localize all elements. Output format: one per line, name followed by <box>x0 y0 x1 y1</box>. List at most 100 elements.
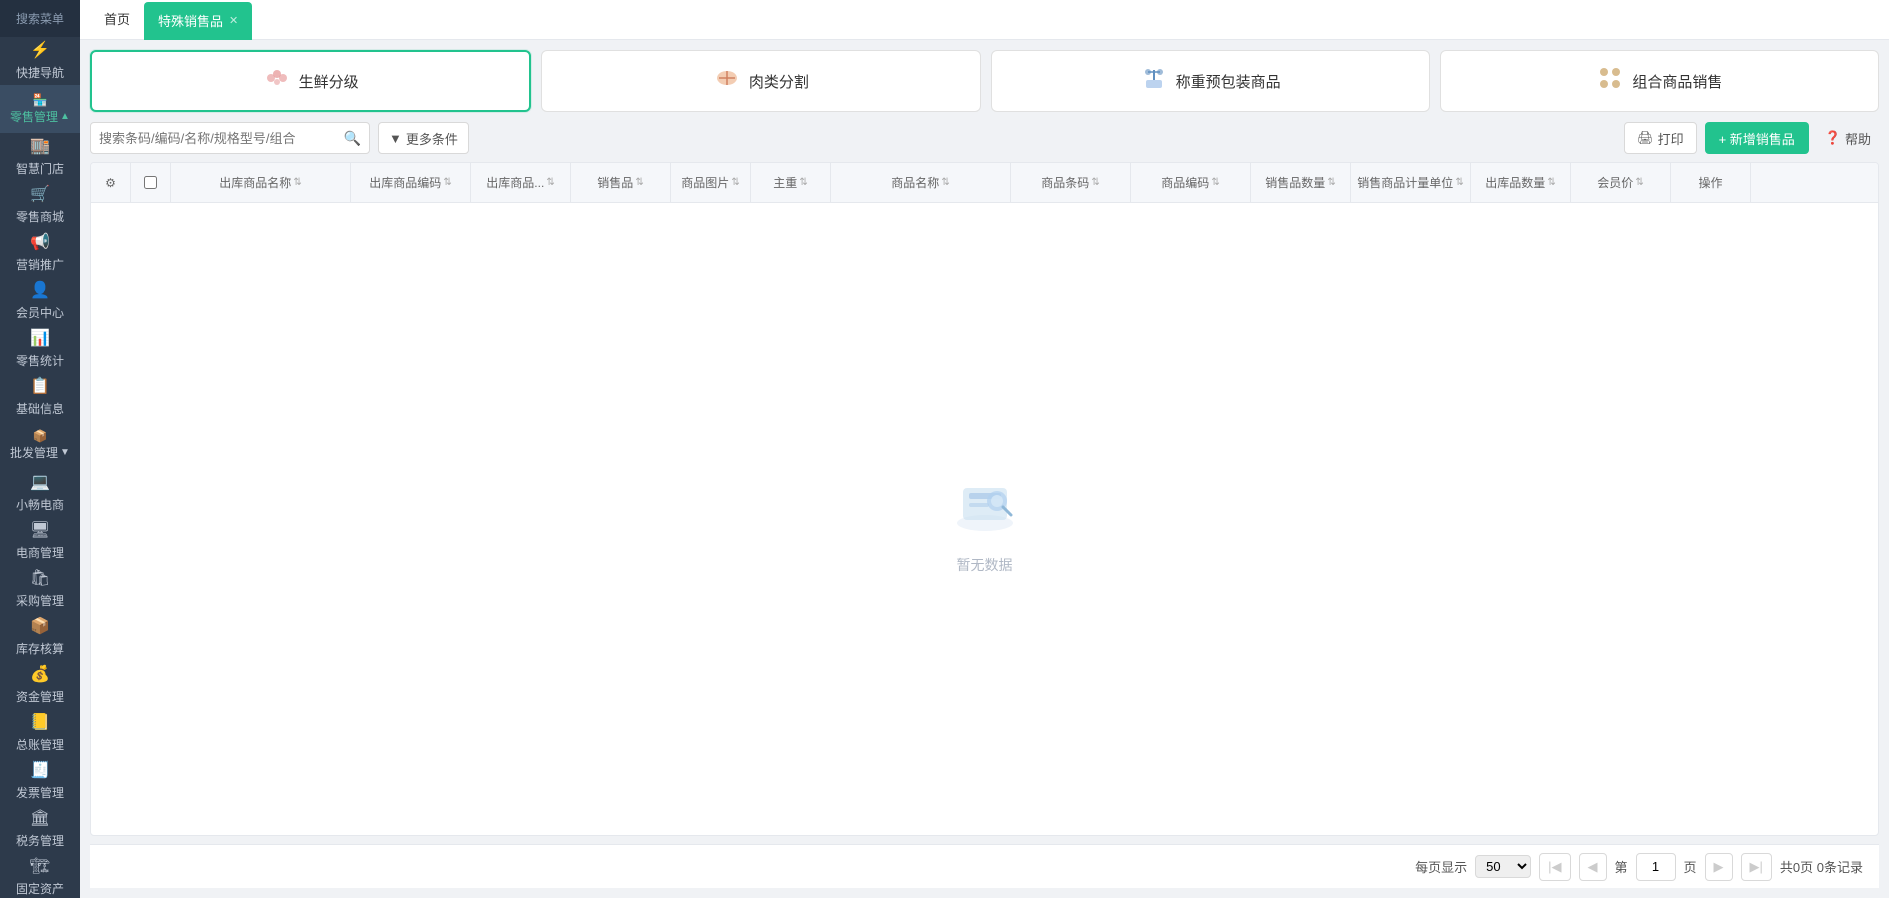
sidebar-item-finance[interactable]: 💰 资金管理 <box>0 661 80 709</box>
select-all-checkbox[interactable] <box>144 176 157 189</box>
th-out-spec[interactable]: 出库商品... ⇅ <box>471 163 571 202</box>
per-page-select[interactable]: 50 100 200 <box>1475 855 1531 878</box>
sidebar-item-quick-nav[interactable]: ⚡ 快捷导航 <box>0 37 80 85</box>
first-page-button[interactable]: |◀ <box>1539 853 1570 881</box>
data-table: ⚙ 出库商品名称 ⇅ 出库商品编码 ⇅ 出库商品... ⇅ <box>90 162 1879 836</box>
purchase-icon: 🛍 <box>30 568 50 590</box>
basic-info-icon: 📋 <box>30 376 50 398</box>
sidebar-item-purchase-mgmt[interactable]: 🛍 采购管理 <box>0 565 80 613</box>
member-center-icon: 👤 <box>30 280 50 302</box>
sidebar-item-label: 资金管理 <box>16 689 64 706</box>
sort-icon: ⇅ <box>635 177 643 188</box>
inventory-icon: 📦 <box>30 616 50 638</box>
quick-nav-icon: ⚡ <box>30 40 50 62</box>
fixed-assets-icon: 🏗 <box>30 856 50 878</box>
filter-button[interactable]: ▼ 更多条件 <box>378 122 469 154</box>
close-icon[interactable]: ✕ <box>229 14 238 27</box>
category-tab-label: 肉类分割 <box>749 71 809 92</box>
category-tab-fresh-grade[interactable]: 生鲜分级 <box>90 50 531 112</box>
sidebar-item-label: 零售管理 <box>10 109 58 126</box>
sort-icon: ⇅ <box>1327 177 1335 188</box>
search-input[interactable] <box>99 131 344 146</box>
sidebar-item-label: 库存核算 <box>16 641 64 658</box>
category-tab-label: 组合商品销售 <box>1632 71 1722 92</box>
sidebar-item-smart-store[interactable]: 🏬 智慧门店 <box>0 133 80 181</box>
sort-icon: ⇅ <box>1455 177 1463 188</box>
th-goods-code[interactable]: 商品编码 ⇅ <box>1131 163 1251 202</box>
tab-home[interactable]: 首页 <box>90 0 144 40</box>
sort-icon: ⇅ <box>799 177 807 188</box>
sidebar-item-fixed-assets[interactable]: 🏗 固定资产 <box>0 853 80 898</box>
tab-special-goods[interactable]: 特殊销售品 ✕ <box>144 2 252 42</box>
add-goods-button[interactable]: + 新增销售品 <box>1705 122 1809 154</box>
sidebar-item-retail-stats[interactable]: 📊 零售统计 <box>0 325 80 373</box>
category-tab-label: 生鲜分级 <box>299 71 359 92</box>
main-content: 首页 特殊销售品 ✕ 生鲜分级 <box>80 0 1889 898</box>
th-out-name[interactable]: 出库商品名称 ⇅ <box>171 163 351 202</box>
th-img[interactable]: 商品图片 ⇅ <box>671 163 751 202</box>
tax-icon: 🏛 <box>30 808 50 830</box>
combo-goods-icon <box>1596 64 1624 98</box>
page-label: 第 <box>1615 857 1628 876</box>
sidebar-item-basic-info[interactable]: 📋 基础信息 <box>0 373 80 421</box>
ecom-mgmt-icon: 🖥 <box>30 520 50 542</box>
th-checkbox[interactable] <box>131 163 171 202</box>
page-suffix: 页 <box>1684 857 1697 876</box>
sidebar-item-retail-mall[interactable]: 🛒 零售商城 <box>0 181 80 229</box>
weigh-pack-icon <box>1140 64 1168 98</box>
sidebar-item-label: 小畅电商 <box>16 497 64 514</box>
sidebar-item-inventory[interactable]: 📦 库存核算 <box>0 613 80 661</box>
fresh-grade-icon <box>263 64 291 98</box>
sidebar-item-ecom-mgmt[interactable]: 🖥 电商管理 <box>0 517 80 565</box>
th-out-qty[interactable]: 出库品数量 ⇅ <box>1471 163 1571 202</box>
th-out-code[interactable]: 出库商品编码 ⇅ <box>351 163 471 202</box>
sidebar-item-wholesale-mgmt[interactable]: 📦 批发管理 ▼ <box>0 421 80 469</box>
th-weight[interactable]: 主重 ⇅ <box>751 163 831 202</box>
print-button[interactable]: 🖨 打印 <box>1624 122 1697 154</box>
sidebar-item-general-ledger[interactable]: 📒 总账管理 <box>0 709 80 757</box>
sidebar-item-label: 发票管理 <box>16 785 64 802</box>
next-page-button[interactable]: ▶ <box>1705 853 1733 881</box>
sidebar-item-mini-ecom[interactable]: 💻 小畅电商 <box>0 469 80 517</box>
empty-text: 暂无数据 <box>957 555 1013 575</box>
sidebar-item-tax[interactable]: 🏛 税务管理 <box>0 805 80 853</box>
category-tab-combo-goods[interactable]: 组合商品销售 <box>1440 50 1879 112</box>
th-operate: 操作 <box>1671 163 1751 202</box>
empty-icon <box>945 463 1025 543</box>
sidebar-item-label: 零售统计 <box>16 353 64 370</box>
last-page-button[interactable]: ▶| <box>1741 853 1772 881</box>
th-member-price[interactable]: 会员价 ⇅ <box>1571 163 1671 202</box>
th-settings[interactable]: ⚙ <box>91 163 131 202</box>
search-box[interactable]: 🔍 <box>90 122 370 154</box>
help-icon: ❓ <box>1825 130 1841 146</box>
help-button[interactable]: ❓ 帮助 <box>1817 122 1879 154</box>
sidebar-item-label: 固定资产 <box>16 881 64 898</box>
sort-icon: ⇅ <box>941 177 949 188</box>
sidebar-item-label: 基础信息 <box>16 401 64 418</box>
filter-icon: ▼ <box>389 131 402 146</box>
table-header: ⚙ 出库商品名称 ⇅ 出库商品编码 ⇅ 出库商品... ⇅ <box>91 163 1878 203</box>
content-area: 生鲜分级 肉类分割 <box>80 40 1889 898</box>
toolbar-left: 🔍 ▼ 更多条件 <box>90 122 469 154</box>
sidebar-item-sales-promo[interactable]: 📢 营销推广 <box>0 229 80 277</box>
ledger-icon: 📒 <box>30 712 50 734</box>
th-barcode[interactable]: 商品条码 ⇅ <box>1011 163 1131 202</box>
th-sale-unit[interactable]: 销售商品计量单位 ⇅ <box>1351 163 1471 202</box>
sort-icon: ⇅ <box>546 177 554 188</box>
sidebar-logo[interactable]: 搜索菜单 <box>0 0 80 37</box>
sidebar-item-invoice[interactable]: 🧾 发票管理 <box>0 757 80 805</box>
sort-icon: ⇅ <box>443 177 451 188</box>
category-tab-meat-cut[interactable]: 肉类分割 <box>541 50 980 112</box>
th-sale-qty[interactable]: 销售品数量 ⇅ <box>1251 163 1351 202</box>
sidebar-item-member-center[interactable]: 👤 会员中心 <box>0 277 80 325</box>
sort-icon: ⇅ <box>1091 177 1099 188</box>
prev-page-button[interactable]: ◀ <box>1579 853 1607 881</box>
sidebar-item-retail-mgmt[interactable]: 🏪 零售管理 ▲ <box>0 85 80 133</box>
sort-icon: ⇅ <box>731 177 739 188</box>
wholesale-icon: 📦 <box>33 428 48 445</box>
th-name[interactable]: 商品名称 ⇅ <box>831 163 1011 202</box>
page-input[interactable] <box>1636 853 1676 881</box>
category-tab-weigh-pack[interactable]: 称重预包装商品 <box>991 50 1430 112</box>
th-sale[interactable]: 销售品 ⇅ <box>571 163 671 202</box>
horizontal-scrollbar[interactable] <box>90 836 1879 844</box>
